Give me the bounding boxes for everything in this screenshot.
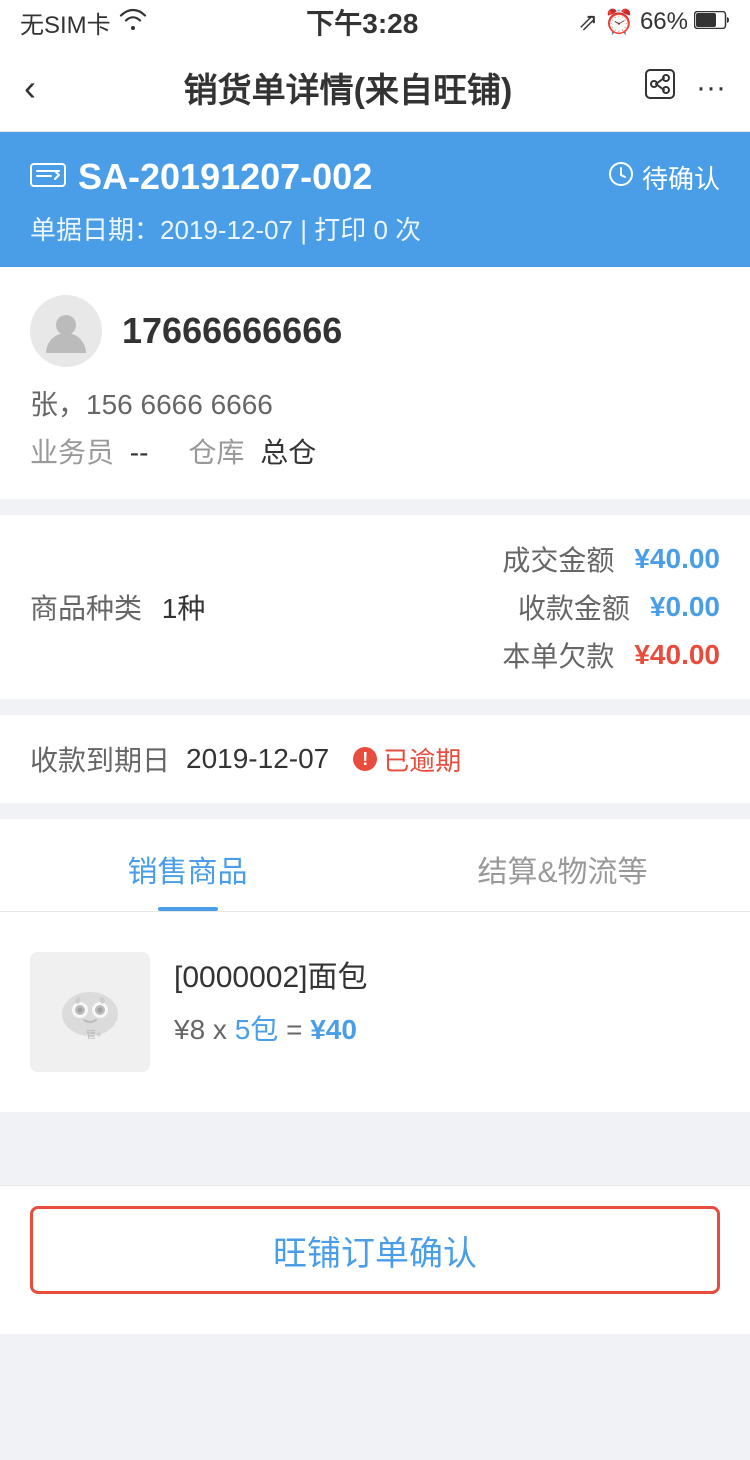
salesman-label: 业务员 xyxy=(30,437,114,468)
tabs-section: 销售商品 结算&物流等 管+ xyxy=(0,819,750,1112)
order-id: SA-20191207-002 xyxy=(30,156,372,198)
battery-icon xyxy=(694,8,730,36)
nav-actions: ··· xyxy=(644,68,726,108)
warehouse-label: 仓库 xyxy=(188,437,244,468)
customer-phone: 17666666666 xyxy=(122,310,342,352)
avatar xyxy=(30,295,102,367)
battery-text: 66% xyxy=(640,8,688,36)
tabs-bar: 销售商品 结算&物流等 xyxy=(0,819,750,912)
salesman-info: 业务员 -- xyxy=(30,431,148,471)
nav-bar: ‹ 销货单详情(来自旺铺) ··· xyxy=(0,44,750,132)
amount-label: 成交金额 xyxy=(502,539,614,579)
order-header-card: SA-20191207-002 待确认 单据日期：2019-12-07 | 打印… xyxy=(0,132,750,267)
due-date-label: 收款到期日 xyxy=(30,739,170,779)
product-thumbnail: 管+ xyxy=(30,952,150,1072)
debt-value: ¥40.00 xyxy=(634,639,720,671)
customer-name-info: 张，156 6666 6666 xyxy=(30,383,720,423)
tab-settlement[interactable]: 结算&物流等 xyxy=(375,819,750,911)
customer-meta: 业务员 -- 仓库 总仓 xyxy=(30,431,720,471)
summary-right: 成交金额 ¥40.00 收款金额 ¥0.00 本单欠款 ¥40.00 xyxy=(502,539,720,675)
share-button[interactable] xyxy=(644,68,676,108)
summary-section: 商品种类 1种 成交金额 ¥40.00 收款金额 ¥0.00 本单欠款 ¥40.… xyxy=(0,515,750,699)
product-type-value: 1种 xyxy=(162,593,206,624)
salesman-value: -- xyxy=(130,437,149,468)
debt-row: 本单欠款 ¥40.00 xyxy=(502,635,720,675)
product-type-label: 商品种类 xyxy=(30,593,142,624)
tab-products[interactable]: 销售商品 xyxy=(0,819,375,911)
alarm-icon: ⏰ xyxy=(604,8,634,37)
product-total: ¥40 xyxy=(310,1014,357,1045)
overdue-icon: ! xyxy=(353,747,377,771)
due-date-section: 收款到期日 2019-12-07 ! 已逾期 xyxy=(0,715,750,803)
status-text: 待确认 xyxy=(642,159,720,196)
order-id-text: SA-20191207-002 xyxy=(78,156,372,198)
received-value: ¥0.00 xyxy=(650,591,720,623)
status-clock-icon xyxy=(608,161,634,194)
product-info: [0000002]面包 ¥8 x 5包 = ¥40 xyxy=(174,952,720,1072)
back-button[interactable]: ‹ xyxy=(24,67,36,109)
amount-row: 成交金额 ¥40.00 xyxy=(502,539,720,579)
carrier-text: 无SIM卡 xyxy=(20,5,111,40)
location-icon: ⇗ xyxy=(578,8,598,37)
multiply-sign: x xyxy=(205,1014,235,1045)
confirm-order-button[interactable]: 旺铺订单确认 xyxy=(30,1206,720,1294)
status-left: 无SIM卡 xyxy=(20,5,147,40)
product-price-row: ¥8 x 5包 = ¥40 xyxy=(174,1008,720,1048)
product-qty: 5包 xyxy=(235,1014,279,1045)
status-time: 下午3:28 xyxy=(306,2,418,42)
received-label: 收款金额 xyxy=(518,587,630,627)
order-header-top: SA-20191207-002 待确认 xyxy=(30,156,720,198)
order-id-icon xyxy=(30,156,66,198)
order-meta: 单据日期：2019-12-07 | 打印 0 次 xyxy=(30,210,720,247)
customer-section: 17666666666 张，156 6666 6666 业务员 -- 仓库 总仓 xyxy=(0,267,750,499)
customer-top: 17666666666 xyxy=(30,295,720,367)
status-bar: 无SIM卡 下午3:28 ⇗ ⏰ 66% xyxy=(0,0,750,44)
product-name: [0000002]面包 xyxy=(174,952,720,996)
bottom-spacer xyxy=(0,1312,750,1460)
product-item: 管+ [0000002]面包 ¥8 x 5包 = ¥40 xyxy=(30,932,720,1092)
bottom-bar: 旺铺订单确认 xyxy=(0,1185,750,1334)
wifi-icon xyxy=(119,8,147,37)
summary-left: 商品种类 1种 xyxy=(30,539,502,675)
more-button[interactable]: ··· xyxy=(696,71,726,105)
warehouse-info: 仓库 总仓 xyxy=(188,431,316,471)
product-price: ¥8 xyxy=(174,1014,205,1045)
product-type-info: 商品种类 1种 xyxy=(30,587,205,627)
overdue-text: 已逾期 xyxy=(383,741,461,778)
svg-text:管+: 管+ xyxy=(86,1028,102,1041)
overdue-badge: ! 已逾期 xyxy=(353,741,461,778)
amount-value: ¥40.00 xyxy=(634,543,720,575)
equals-sign: = xyxy=(278,1014,310,1045)
warehouse-value: 总仓 xyxy=(260,437,316,468)
status-right: ⇗ ⏰ 66% xyxy=(578,8,730,37)
page-title: 销货单详情(来自旺铺) xyxy=(52,63,644,112)
due-date-value: 2019-12-07 xyxy=(186,743,329,775)
received-row: 收款金额 ¥0.00 xyxy=(518,587,720,627)
debt-label: 本单欠款 xyxy=(502,635,614,675)
product-list: 管+ [0000002]面包 ¥8 x 5包 = ¥40 xyxy=(0,912,750,1112)
order-status: 待确认 xyxy=(608,159,720,196)
